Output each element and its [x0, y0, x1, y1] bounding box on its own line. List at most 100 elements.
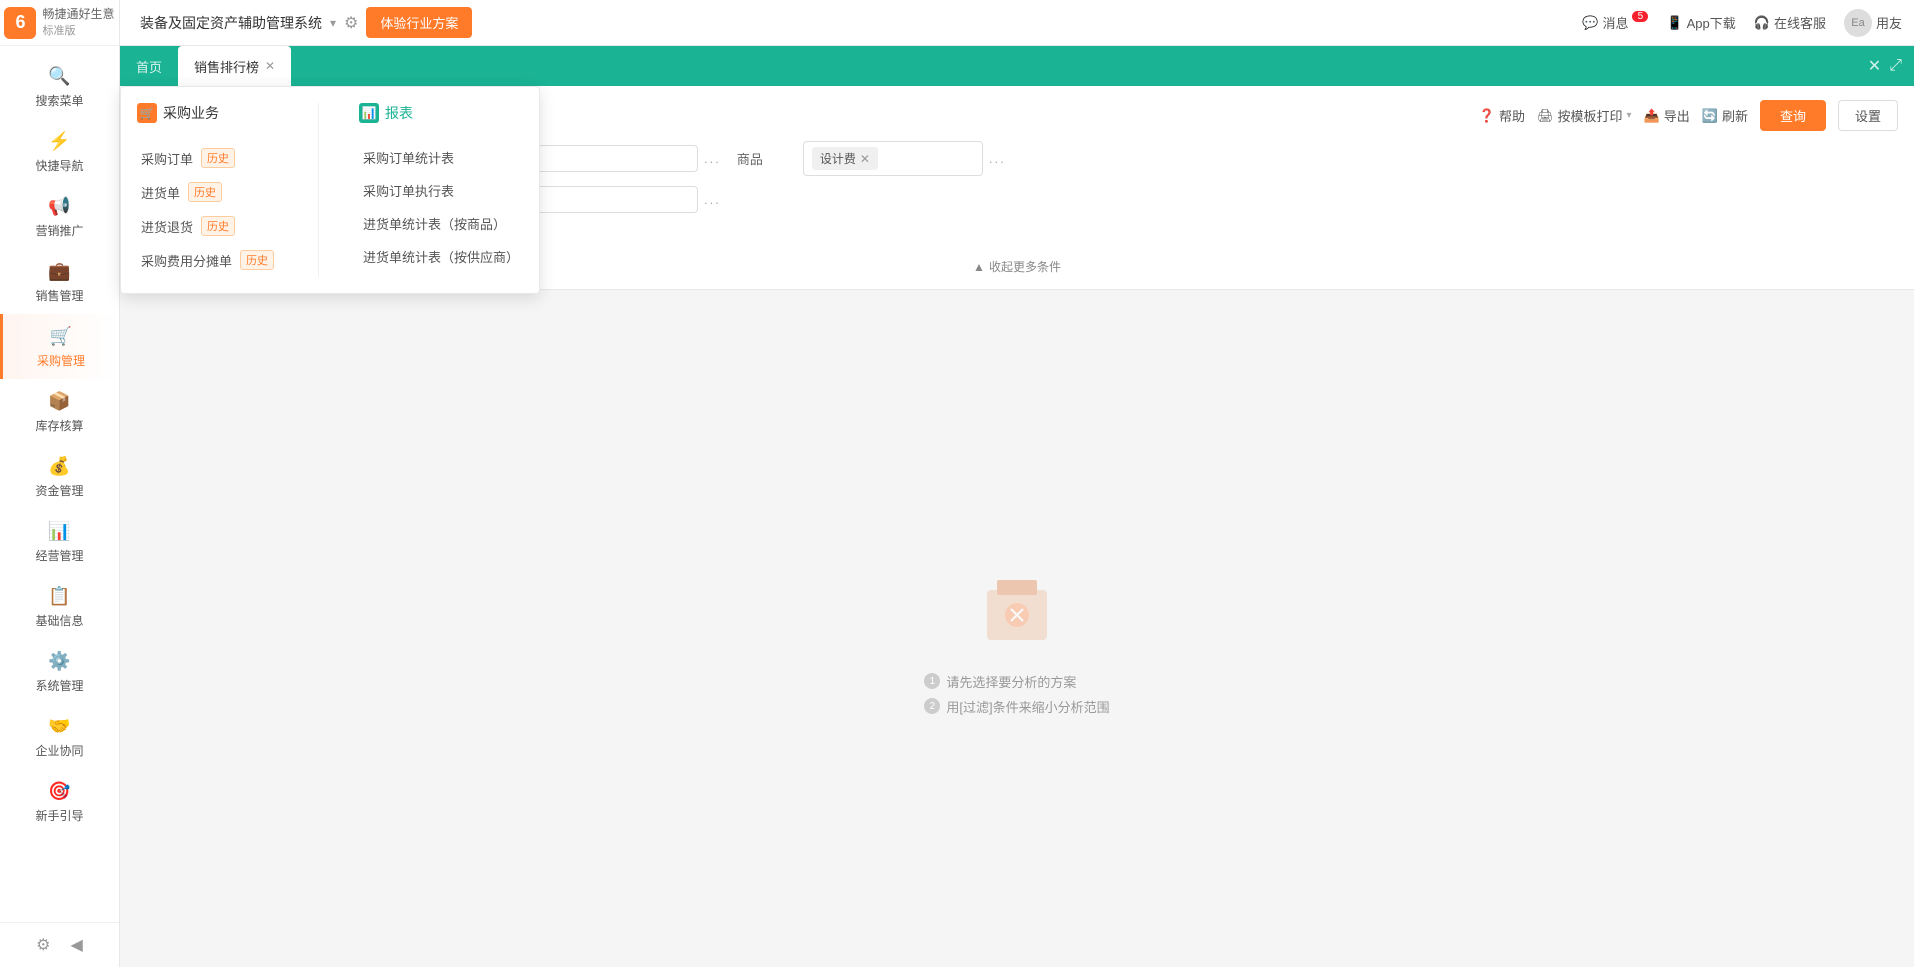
- goods-dots[interactable]: ...: [989, 151, 1006, 166]
- print-icon: 🖨: [1537, 108, 1554, 124]
- sidebar-item-sales[interactable]: 💼 销售管理: [0, 249, 119, 314]
- refresh-button[interactable]: 🔄 刷新: [1702, 106, 1748, 125]
- collapse-up-icon: ▲: [973, 260, 985, 274]
- marketing-icon: 📢: [48, 194, 72, 218]
- logo-area: 6 畅捷通好生意 标准版: [0, 0, 119, 46]
- print-button[interactable]: 🖨 按模板打印 ▾: [1537, 106, 1632, 125]
- purchase-order-item[interactable]: 采购订单 历史: [137, 141, 278, 175]
- logo-text: 畅捷通好生意: [42, 7, 114, 23]
- sidebar-menu: 🔍 搜索菜单 ⚡ 快捷导航 📢 营销推广 💼 销售管理 🛒 采购管理 📦 库存核…: [0, 46, 119, 922]
- help-button[interactable]: ❓ 帮助: [1479, 106, 1525, 125]
- online-service-item[interactable]: 🎧 在线客服: [1754, 13, 1826, 32]
- sidebar: 6 畅捷通好生意 标准版 🔍 搜索菜单 ⚡ 快捷导航 📢 营销推广 💼 销售管理…: [0, 0, 120, 967]
- guide-icon: 🎯: [48, 779, 72, 803]
- export-button[interactable]: 📤 导出: [1644, 106, 1690, 125]
- purchase-dropdown-menu: 🛒 采购业务 采购订单 历史 进货单 历史 进货退货 历史 采购费用分摊单 历史…: [120, 86, 540, 294]
- report-col-title: 📊 报表: [359, 103, 523, 129]
- history-tag-0: 历史: [201, 148, 235, 168]
- settings-gear-icon[interactable]: ⚙: [344, 13, 358, 33]
- cooperation-icon: 🤝: [48, 714, 72, 738]
- report-col-icon: 📊: [359, 103, 379, 123]
- sidebar-item-operations[interactable]: 📊 经营管理: [0, 509, 119, 574]
- message-item[interactable]: 💬 消息 5: [1582, 13, 1648, 32]
- sidebar-collapse-icon[interactable]: ◀: [71, 935, 83, 955]
- sidebar-item-search[interactable]: 🔍 搜索菜单: [0, 54, 119, 119]
- headset-icon: 🎧: [1754, 15, 1770, 31]
- sidebar-item-quick-nav[interactable]: ⚡ 快捷导航: [0, 119, 119, 184]
- sidebar-item-system[interactable]: ⚙️ 系统管理: [0, 639, 119, 704]
- avatar: Ea: [1844, 9, 1872, 37]
- tab-sales-rank[interactable]: 销售排行榜 ✕: [178, 46, 291, 86]
- top-header: 装备及固定资产辅助管理系统 ▾ ⚙ 体验行业方案 💬 消息 5 📱 App下载 …: [0, 0, 1914, 46]
- print-arrow-icon: ▾: [1627, 110, 1632, 121]
- salesman-dots[interactable]: ...: [704, 192, 721, 207]
- app-download-item[interactable]: 📱 App下载: [1666, 13, 1735, 32]
- sidebar-settings-icon[interactable]: ⚙: [36, 935, 50, 955]
- report-receipt-supplier-item[interactable]: 进货单统计表（按供应商）: [359, 240, 523, 273]
- report-receipt-goods-item[interactable]: 进货单统计表（按商品）: [359, 207, 523, 240]
- message-icon: 💬: [1582, 15, 1598, 31]
- empty-tip-2: 2 用[过滤]条件来缩小分析范围: [924, 697, 1109, 716]
- purchase-expense-item[interactable]: 采购费用分摊单 历史: [137, 243, 278, 277]
- tab-close-all-icon[interactable]: ✕: [1868, 56, 1881, 76]
- message-badge: 5: [1632, 11, 1648, 22]
- purchase-col-icon: 🛒: [137, 103, 157, 123]
- sidebar-item-basic-info[interactable]: 📋 基础信息: [0, 574, 119, 639]
- sidebar-item-inventory[interactable]: 📦 库存核算: [0, 379, 119, 444]
- user-item[interactable]: Ea 用友: [1844, 9, 1902, 37]
- tip-num-2: 2: [924, 698, 940, 714]
- system-title: 装备及固定资产辅助管理系统 ▾ ⚙ 体验行业方案: [140, 7, 1582, 38]
- sidebar-item-marketing[interactable]: 📢 营销推广: [0, 184, 119, 249]
- tab-maximize-icon[interactable]: ⤢: [1889, 57, 1902, 75]
- inventory-icon: 📦: [48, 389, 72, 413]
- goods-label: 商品: [737, 149, 797, 168]
- tip-num-1: 1: [924, 673, 940, 689]
- settings-button[interactable]: 设置: [1838, 100, 1898, 131]
- basic-info-icon: 📋: [48, 584, 72, 608]
- empty-illustration: [967, 560, 1067, 660]
- query-button[interactable]: 查询: [1760, 100, 1826, 131]
- empty-state: 1 请先选择要分析的方案 2 用[过滤]条件来缩小分析范围: [120, 290, 1914, 967]
- tab-bar-actions: ✕ ⤢: [1868, 56, 1914, 76]
- purchase-col-title: 🛒 采购业务: [137, 103, 278, 129]
- history-tag-2: 历史: [201, 216, 235, 236]
- goods-group: 商品 设计费 ✕ ...: [737, 141, 1017, 176]
- sidebar-bottom: ⚙ ◀: [0, 922, 119, 967]
- goods-tag-remove[interactable]: ✕: [860, 152, 870, 166]
- sidebar-item-guide[interactable]: 🎯 新手引导: [0, 769, 119, 834]
- report-col: 📊 报表 采购订单统计表 采购订单执行表 进货单统计表（按商品） 进货单统计表（…: [359, 103, 523, 277]
- system-icon: ⚙️: [48, 649, 72, 673]
- tab-bar: 首页 销售排行榜 ✕ ✕ ⤢: [120, 46, 1914, 86]
- doc-status-dots[interactable]: ...: [704, 151, 721, 166]
- tab-close-icon[interactable]: ✕: [265, 59, 275, 73]
- sidebar-item-cooperation[interactable]: 🤝 企业协同: [0, 704, 119, 769]
- purchase-return-item[interactable]: 进货退货 历史: [137, 209, 278, 243]
- sidebar-item-purchase[interactable]: 🛒 采购管理: [0, 314, 119, 379]
- goods-tag: 设计费 ✕: [812, 147, 878, 170]
- history-tag-3: 历史: [240, 250, 274, 270]
- empty-tip-1: 1 请先选择要分析的方案: [924, 672, 1109, 691]
- goods-input[interactable]: 设计费 ✕: [803, 141, 983, 176]
- export-icon: 📤: [1644, 108, 1660, 124]
- logo-icon: 6: [4, 7, 36, 39]
- empty-text: 1 请先选择要分析的方案 2 用[过滤]条件来缩小分析范围: [924, 672, 1109, 722]
- quick-nav-icon: ⚡: [48, 129, 72, 153]
- purchase-receipt-item[interactable]: 进货单 历史: [137, 175, 278, 209]
- finance-icon: 💰: [48, 454, 72, 478]
- refresh-icon: 🔄: [1702, 108, 1718, 124]
- history-tag-1: 历史: [188, 182, 222, 202]
- menu-divider: [318, 103, 319, 277]
- operations-icon: 📊: [48, 519, 72, 543]
- sidebar-item-finance[interactable]: 💰 资金管理: [0, 444, 119, 509]
- report-purchase-stat-item[interactable]: 采购订单统计表: [359, 141, 523, 174]
- report-purchase-exec-item[interactable]: 采购订单执行表: [359, 174, 523, 207]
- phone-icon: 📱: [1666, 15, 1682, 31]
- industry-button[interactable]: 体验行业方案: [366, 7, 472, 38]
- purchase-col: 🛒 采购业务 采购订单 历史 进货单 历史 进货退货 历史 采购费用分摊单 历史: [137, 103, 278, 277]
- header-right: 💬 消息 5 📱 App下载 🎧 在线客服 Ea 用友: [1582, 9, 1902, 37]
- logo-sub: 标准版: [42, 22, 114, 38]
- dropdown-arrow-icon[interactable]: ▾: [330, 16, 336, 30]
- tab-home[interactable]: 首页: [120, 46, 178, 86]
- sales-icon: 💼: [48, 259, 72, 283]
- purchase-icon: 🛒: [49, 324, 73, 348]
